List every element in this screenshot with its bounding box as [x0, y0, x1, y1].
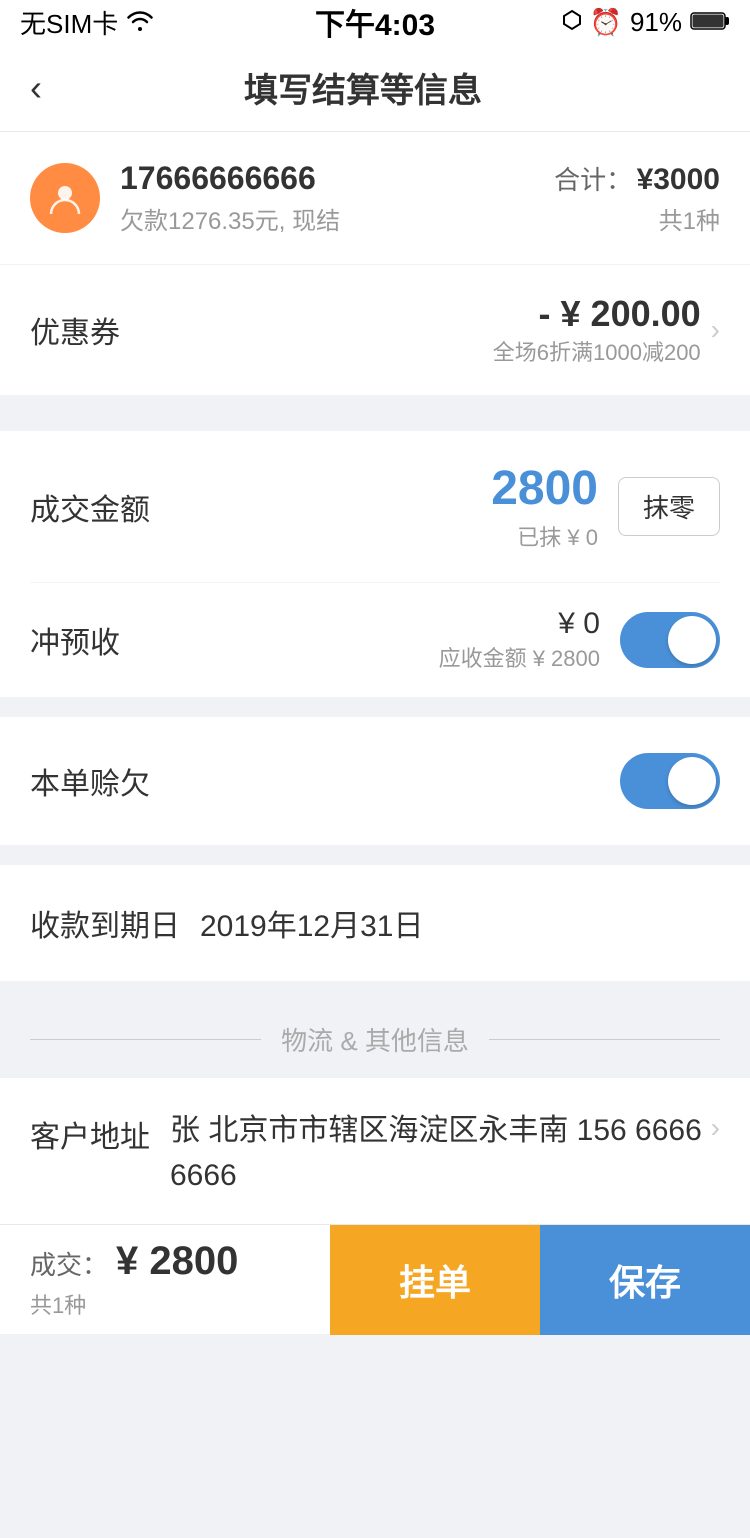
- page-title: 填写结算等信息: [62, 63, 664, 112]
- location-icon: [562, 7, 582, 38]
- avatar: [30, 163, 100, 233]
- status-left: 无SIM卡: [20, 4, 154, 41]
- duedate-value: 2019年12月31日: [200, 901, 423, 945]
- debt-label: 本单赊欠: [30, 759, 150, 803]
- coupon-row[interactable]: 优惠券 - ¥ 200.00 全场6折满1000减200 ›: [0, 265, 750, 395]
- section-gap-3: [0, 845, 750, 865]
- battery-icon: [690, 7, 730, 38]
- prepay-sub: 应收金额 ¥ 2800: [439, 641, 600, 673]
- round-button[interactable]: 抹零: [618, 477, 720, 536]
- coupon-chevron-icon: ›: [711, 314, 720, 346]
- prepay-label: 冲预收: [30, 618, 120, 662]
- customer-info: 17666666666 欠款1276.35元, 现结: [120, 160, 340, 236]
- hold-button[interactable]: 挂单: [330, 1225, 540, 1335]
- debt-section: 本单赊欠: [0, 717, 750, 845]
- coupon-discount: - ¥ 200.00: [493, 293, 701, 335]
- save-button[interactable]: 保存: [540, 1225, 750, 1335]
- address-row[interactable]: 客户地址 张 北京市市辖区海淀区永丰南 156 6666 6666 ›: [30, 1078, 720, 1228]
- address-chevron-icon: ›: [711, 1108, 720, 1144]
- duedate-row: 收款到期日 2019年12月31日: [30, 865, 720, 981]
- battery-level: 91%: [630, 7, 682, 38]
- prepay-toggle[interactable]: [620, 612, 720, 668]
- amount-right: 2800 已抹 ¥ 0 抹零: [491, 461, 720, 552]
- address-value: 张 北京市市辖区海淀区永丰南 156 6666 6666: [170, 1108, 711, 1198]
- bottom-bar: 成交： ¥ 2800 共1种 挂单 保存: [0, 1224, 750, 1334]
- customer-row: 17666666666 欠款1276.35元, 现结 合计： ¥3000 共1种: [0, 132, 750, 265]
- duedate-label: 收款到期日: [30, 901, 180, 945]
- total-label: 合计：: [554, 165, 632, 195]
- total-count: 共1种: [554, 201, 720, 236]
- deal-value: ¥ 2800: [116, 1239, 238, 1284]
- customer-phone: 17666666666: [120, 160, 340, 197]
- status-right: ⏰ 91%: [562, 7, 730, 38]
- amount-right-group: 2800 已抹 ¥ 0: [491, 461, 598, 552]
- customer-subtitle: 欠款1276.35元, 现结: [120, 201, 340, 236]
- total-line: 合计： ¥3000: [554, 160, 720, 197]
- section-gap-2: [0, 697, 750, 717]
- bottom-space: [0, 1428, 750, 1538]
- coupon-label: 优惠券: [30, 308, 120, 352]
- amount-label: 成交金额: [30, 485, 150, 529]
- nav-bar: ‹ 填写结算等信息: [0, 44, 750, 132]
- deal-label: 成交：: [30, 1245, 108, 1282]
- section-gap-1: [0, 411, 750, 431]
- address-label: 客户地址: [30, 1108, 150, 1156]
- customer-right: 合计： ¥3000 共1种: [554, 160, 720, 236]
- prepay-value: ¥ 0: [439, 607, 600, 641]
- deal-line: 成交： ¥ 2800: [30, 1239, 300, 1284]
- prepay-val-group: ¥ 0 应收金额 ¥ 2800: [439, 607, 600, 673]
- customer-card: 17666666666 欠款1276.35元, 现结 合计： ¥3000 共1种…: [0, 132, 750, 395]
- amount-value: 2800: [491, 461, 598, 516]
- coupon-right-inner: - ¥ 200.00 全场6折满1000减200: [493, 293, 701, 367]
- back-button[interactable]: ‹: [30, 67, 42, 109]
- prepay-row: 冲预收 ¥ 0 应收金额 ¥ 2800: [30, 583, 720, 697]
- debt-row: 本单赊欠: [30, 717, 720, 845]
- customer-left: 17666666666 欠款1276.35元, 现结: [30, 160, 340, 236]
- status-bar: 无SIM卡 下午4:03 ⏰ 91%: [0, 0, 750, 44]
- status-time: 下午4:03: [315, 0, 435, 44]
- coupon-right: - ¥ 200.00 全场6折满1000减200 ›: [493, 293, 720, 367]
- address-section: 客户地址 张 北京市市辖区海淀区永丰南 156 6666 6666 ›: [0, 1078, 750, 1228]
- logistics-line-left: [30, 1039, 261, 1040]
- alarm-icon: ⏰: [590, 7, 622, 38]
- bottom-summary: 成交： ¥ 2800 共1种: [0, 1239, 330, 1320]
- bottom-count: 共1种: [30, 1288, 300, 1320]
- section-gap-4: [0, 981, 750, 1001]
- logistics-text: 物流 & 其他信息: [261, 1021, 489, 1058]
- total-value: ¥3000: [637, 163, 720, 196]
- amount-section: 成交金额 2800 已抹 ¥ 0 抹零 冲预收 ¥ 0 应收金额 ¥ 2800: [0, 431, 750, 697]
- logistics-line-right: [489, 1039, 720, 1040]
- amount-sub: 已抹 ¥ 0: [491, 520, 598, 552]
- sim-status: 无SIM卡: [20, 4, 118, 41]
- logistics-divider: 物流 & 其他信息: [0, 1001, 750, 1078]
- debt-toggle[interactable]: [620, 753, 720, 809]
- duedate-section: 收款到期日 2019年12月31日: [0, 865, 750, 981]
- wifi-icon: [126, 7, 154, 38]
- amount-row: 成交金额 2800 已抹 ¥ 0 抹零: [30, 431, 720, 583]
- prepay-right: ¥ 0 应收金额 ¥ 2800: [439, 607, 720, 673]
- coupon-sub: 全场6折满1000减200: [493, 335, 701, 367]
